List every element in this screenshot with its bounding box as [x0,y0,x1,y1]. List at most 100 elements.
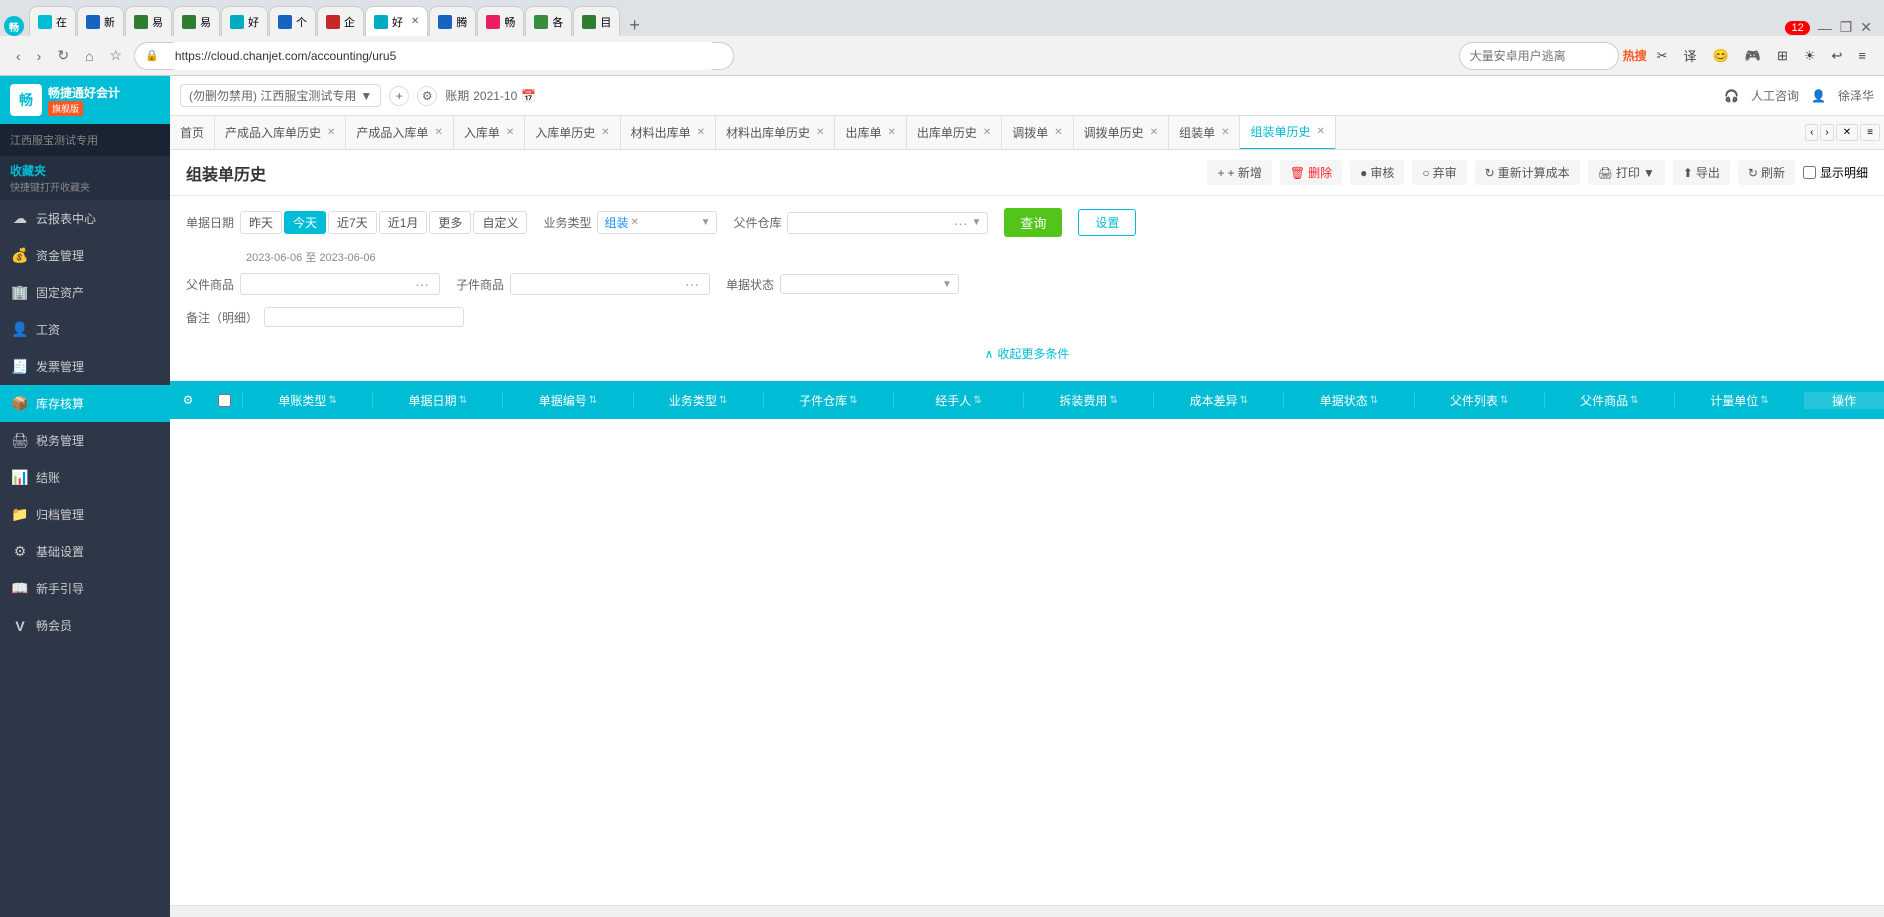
forward-button[interactable]: › [33,44,46,68]
abandon-button[interactable]: ○ 弃审 [1412,160,1466,185]
collapse-button[interactable]: ∧ 收起更多条件 [186,339,1868,368]
game-button[interactable]: 🎮 [1739,44,1767,68]
company-selector[interactable]: (勿删勿禁用) 江西服宝测试专用 ▼ [180,84,381,107]
tab-close-icon[interactable]: ✕ [816,127,824,138]
tab-close-icon[interactable]: ✕ [1054,127,1062,138]
sidebar-item-salary[interactable]: 👤 工资 [0,311,170,348]
tab-transfer-history[interactable]: 调拨单历史 ✕ [1074,116,1169,150]
th-bill-no[interactable]: 单据编号 ⇅ [502,392,632,409]
back-button[interactable]: ‹ [12,44,25,68]
parent-warehouse-dots[interactable]: ··· [949,215,971,231]
note-input[interactable] [264,307,464,327]
tab-close-icon[interactable]: ✕ [697,127,705,138]
window-close-btn[interactable]: ✕ [1860,19,1872,36]
date-btn-today[interactable]: 今天 [284,211,326,234]
tab-close-icon[interactable]: ✕ [1150,127,1158,138]
tab-nav-right[interactable]: › [1820,124,1833,141]
sidebar-item-fund[interactable]: 💰 资金管理 [0,237,170,274]
tab-assembly-history[interactable]: 组装单历史 ✕ [1240,116,1335,150]
child-goods-input[interactable] [517,277,681,291]
sidebar-item-archive[interactable]: 📁 归档管理 [0,496,170,533]
browser-tab-8[interactable]: 腾 [429,6,476,36]
show-detail-checkbox[interactable] [1803,166,1816,179]
date-btn-more[interactable]: 更多 [429,211,471,234]
refresh-button[interactable]: ↻ 刷新 [1738,160,1795,185]
browser-tab-6[interactable]: 企 [317,6,364,36]
add-button[interactable]: + + 新增 [1207,160,1271,185]
show-detail-toggle[interactable]: 显示明细 [1803,164,1868,181]
table-settings-btn[interactable]: ⚙ [170,393,206,407]
date-btn-7days[interactable]: 近7天 [328,211,377,234]
browser-search-input[interactable] [1459,42,1619,70]
query-button[interactable]: 查询 [1004,208,1062,237]
settings-company-button[interactable]: ⚙ [417,86,437,106]
window-minimize-btn[interactable]: — [1818,20,1832,36]
sidebar-item-fixed-assets[interactable]: 🏢 固定资产 [0,274,170,311]
menu-button[interactable]: ≡ [1852,44,1872,67]
child-goods-dots[interactable]: ··· [681,276,703,292]
tab-assembly[interactable]: 组装单 ✕ [1169,116,1240,150]
translate-button[interactable]: 译 [1678,42,1703,69]
date-btn-yesterday[interactable]: 昨天 [240,211,282,234]
tag-remove-icon[interactable]: ✕ [630,217,638,228]
browser-tab-11[interactable]: 目 [573,6,620,36]
emoji-button[interactable]: 😊 [1707,44,1735,68]
sidebar-item-cloud-report[interactable]: ☁ 云报表中心 [0,200,170,237]
parent-warehouse-dropdown-icon[interactable]: ▼ [971,217,981,228]
address-input[interactable] [163,42,723,70]
date-btn-1month[interactable]: 近1月 [379,211,428,234]
sidebar-favorites[interactable]: 收藏夹 快捷键打开收藏夹 [0,156,170,200]
tab-close-icon[interactable]: ✕ [1221,127,1229,138]
tab-close-icon[interactable]: ✕ [506,127,514,138]
tab-close-icon[interactable]: ✕ [887,127,895,138]
parent-goods-input[interactable] [247,277,411,291]
tab-home[interactable]: 首页 [170,116,215,150]
home-button[interactable]: ⌂ [81,44,97,68]
parent-goods-dots[interactable]: ··· [411,276,433,292]
browser-tab-9[interactable]: 畅 [477,6,524,36]
browser-tab-1[interactable]: 新 [77,6,124,36]
th-parent-goods[interactable]: 父件商品 ⇅ [1544,392,1674,409]
tab-stock-out-history[interactable]: 出库单历史 ✕ [907,116,1002,150]
th-bill-date[interactable]: 单据日期 ⇅ [372,392,502,409]
tab-close-icon[interactable]: ✕ [411,16,419,27]
th-assembly-cost[interactable]: 拆装费用 ⇅ [1023,392,1153,409]
tab-stock-in[interactable]: 入库单 ✕ [454,116,525,150]
browser-tab-0[interactable]: 在 [29,6,76,36]
th-bill-type[interactable]: 单账类型 ⇅ [242,392,372,409]
bookmark-button[interactable]: ☆ [106,43,127,68]
tab-nav-left[interactable]: ‹ [1805,124,1818,141]
audit-button[interactable]: ● 审核 [1350,160,1404,185]
tab-close-icon[interactable]: ✕ [1317,126,1325,137]
th-unit[interactable]: 计量单位 ⇅ [1674,392,1804,409]
browser-tab-10[interactable]: 各 [525,6,572,36]
browser-tab-7[interactable]: 好 ✕ [365,6,428,36]
th-child-warehouse[interactable]: 子件仓库 ⇅ [763,392,893,409]
tab-close-icon[interactable]: ✕ [601,127,609,138]
parent-warehouse-input[interactable] [794,216,949,230]
undo-button[interactable]: ↩ [1826,44,1849,68]
cut-button[interactable]: ✂ [1651,44,1674,68]
browser-tab-3[interactable]: 易 [173,6,220,36]
bill-status-input[interactable] [787,277,942,291]
th-parent-list[interactable]: 父件列表 ⇅ [1414,392,1544,409]
filter-settings-button[interactable]: 设置 [1078,209,1136,236]
window-maximize-btn[interactable]: ❐ [1840,19,1853,36]
apps-button[interactable]: ⊞ [1771,44,1794,68]
sidebar-item-inventory[interactable]: 📦 库存核算 [0,385,170,422]
th-business-type[interactable]: 业务类型 ⇅ [633,392,763,409]
tab-finished-goods-in[interactable]: 产成品入库单 ✕ [346,116,453,150]
tab-options-button[interactable]: ≡ [1860,124,1880,141]
tab-material-out-history[interactable]: 材料出库单历史 ✕ [716,116,835,150]
export-button[interactable]: ⬆ 导出 [1673,160,1730,185]
select-all-checkbox[interactable] [218,394,231,407]
reload-button[interactable]: ↻ [53,43,73,68]
tab-material-out[interactable]: 材料出库单 ✕ [621,116,716,150]
date-btn-custom[interactable]: 自定义 [473,211,527,234]
tab-close-icon[interactable]: ✕ [983,127,991,138]
tab-close-icon[interactable]: ✕ [327,127,335,138]
sidebar-item-member[interactable]: V 畅会员 [0,607,170,644]
bill-status-dropdown-icon[interactable]: ▼ [942,279,952,290]
th-cost-diff[interactable]: 成本差异 ⇅ [1153,392,1283,409]
business-type-dropdown-icon[interactable]: ▼ [701,217,711,228]
